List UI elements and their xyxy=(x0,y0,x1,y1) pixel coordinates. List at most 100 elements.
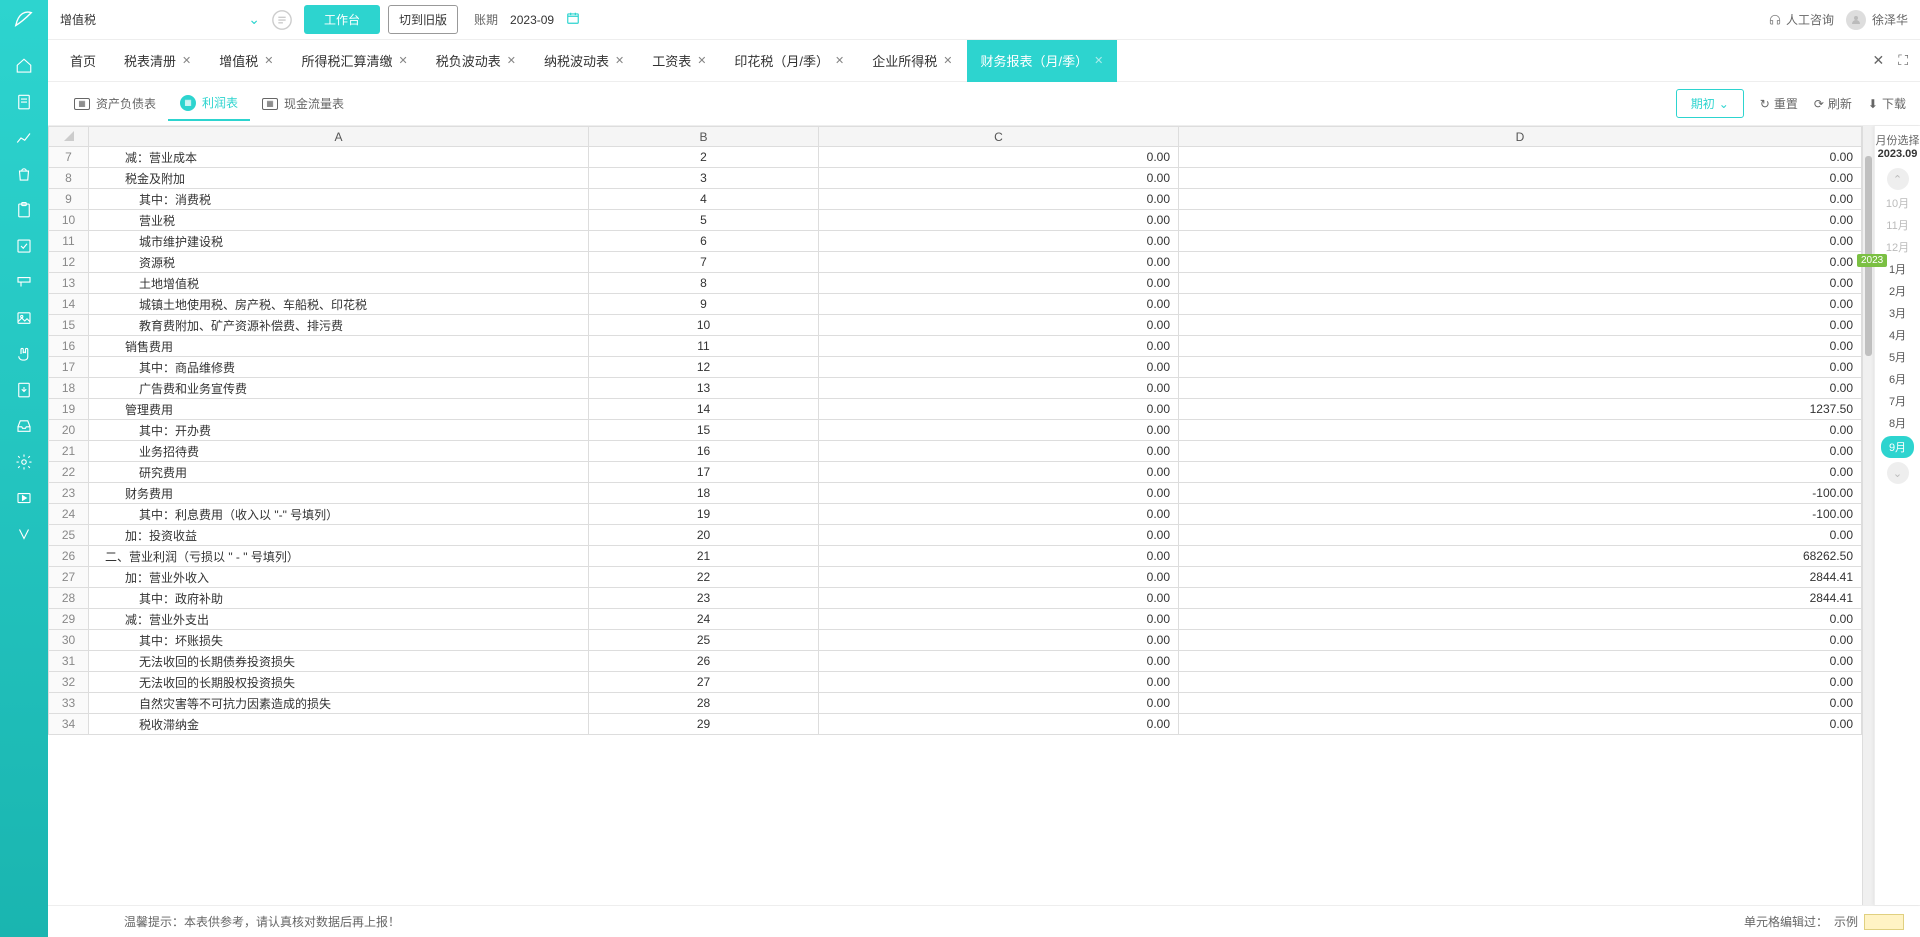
cell[interactable]: 0.00 xyxy=(1179,525,1862,546)
cell[interactable]: 0.00 xyxy=(1179,651,1862,672)
cell[interactable]: 0.00 xyxy=(1179,210,1862,231)
cell[interactable]: 0.00 xyxy=(1179,231,1862,252)
cell[interactable]: 加：投资收益 xyxy=(89,525,589,546)
row-header[interactable]: 28 xyxy=(49,588,89,609)
cell[interactable]: 0.00 xyxy=(819,420,1179,441)
cell[interactable]: 2 xyxy=(589,147,819,168)
month-item[interactable]: 5月 xyxy=(1875,346,1920,368)
close-icon[interactable]: ✕ xyxy=(943,54,952,67)
cell[interactable]: 0.00 xyxy=(819,693,1179,714)
row-header[interactable]: 11 xyxy=(49,231,89,252)
cell[interactable]: 0.00 xyxy=(819,336,1179,357)
cell[interactable]: 0.00 xyxy=(1179,441,1862,462)
nav-home-icon[interactable] xyxy=(0,48,48,84)
cell[interactable]: 0.00 xyxy=(1179,672,1862,693)
cell[interactable]: 0.00 xyxy=(819,462,1179,483)
cell[interactable]: 0.00 xyxy=(819,441,1179,462)
tab[interactable]: 财务报表（月/季）✕ xyxy=(967,40,1118,82)
cell[interactable]: 0.00 xyxy=(1179,462,1862,483)
cell[interactable]: 22 xyxy=(589,567,819,588)
nav-inbox-icon[interactable] xyxy=(0,408,48,444)
cell[interactable]: 0.00 xyxy=(819,546,1179,567)
nav-v-icon[interactable] xyxy=(0,516,48,552)
cell[interactable]: 二、营业利润（亏损以 " - " 号填列） xyxy=(89,546,589,567)
subtab-balance-sheet[interactable]: ▦资产负债表 xyxy=(62,87,168,120)
workbench-button[interactable]: 工作台 xyxy=(304,5,380,34)
tab[interactable]: 工资表✕ xyxy=(638,40,720,82)
month-item[interactable]: 7月 xyxy=(1875,390,1920,412)
subtab-income-statement[interactable]: ▦利润表 xyxy=(168,86,250,121)
nav-doc-icon[interactable] xyxy=(0,84,48,120)
cell[interactable]: 10 xyxy=(589,315,819,336)
close-icon[interactable]: ✕ xyxy=(615,54,624,67)
row-header[interactable]: 34 xyxy=(49,714,89,735)
period-init-button[interactable]: 期初 ⌄ xyxy=(1676,89,1744,118)
cell[interactable]: 财务费用 xyxy=(89,483,589,504)
row-header[interactable]: 14 xyxy=(49,294,89,315)
nav-check-icon[interactable] xyxy=(0,228,48,264)
vertical-scrollbar[interactable] xyxy=(1862,126,1874,905)
cell[interactable]: 3 xyxy=(589,168,819,189)
user-menu[interactable]: 徐泽华 xyxy=(1846,10,1908,30)
tabs-close-all-icon[interactable]: ✕ xyxy=(1868,48,1888,73)
cell[interactable]: 城市维护建设税 xyxy=(89,231,589,252)
cell[interactable]: 25 xyxy=(589,630,819,651)
cell[interactable]: 0.00 xyxy=(1179,315,1862,336)
tab[interactable]: 纳税波动表✕ xyxy=(530,40,638,82)
row-header[interactable]: 18 xyxy=(49,378,89,399)
cell[interactable]: 0.00 xyxy=(1179,357,1862,378)
row-header[interactable]: 16 xyxy=(49,336,89,357)
cell[interactable]: 0.00 xyxy=(819,252,1179,273)
cell[interactable]: 68262.50 xyxy=(1179,546,1862,567)
cell[interactable]: 0.00 xyxy=(819,567,1179,588)
col-header-a[interactable]: A xyxy=(89,127,589,147)
cell[interactable]: 教育费附加、矿产资源补偿费、排污费 xyxy=(89,315,589,336)
cell[interactable]: 0.00 xyxy=(819,504,1179,525)
cell[interactable]: 0.00 xyxy=(819,168,1179,189)
close-icon[interactable]: ✕ xyxy=(264,54,273,67)
row-header[interactable]: 32 xyxy=(49,672,89,693)
cell[interactable]: 6 xyxy=(589,231,819,252)
cell[interactable]: 0.00 xyxy=(819,210,1179,231)
cell[interactable]: 2844.41 xyxy=(1179,567,1862,588)
cell[interactable]: 0.00 xyxy=(819,630,1179,651)
cell[interactable]: 14 xyxy=(589,399,819,420)
cell[interactable]: 8 xyxy=(589,273,819,294)
month-item[interactable]: 3月 xyxy=(1875,302,1920,324)
nav-bag-icon[interactable] xyxy=(0,156,48,192)
cell[interactable]: 0.00 xyxy=(819,294,1179,315)
cell[interactable]: 0.00 xyxy=(1179,420,1862,441)
nav-video-icon[interactable] xyxy=(0,480,48,516)
cell[interactable]: 28 xyxy=(589,693,819,714)
cell[interactable]: 0.00 xyxy=(819,399,1179,420)
row-header[interactable]: 9 xyxy=(49,189,89,210)
cell[interactable]: 0.00 xyxy=(819,231,1179,252)
cell[interactable]: 减：营业成本 xyxy=(89,147,589,168)
cell[interactable]: 0.00 xyxy=(1179,630,1862,651)
cell[interactable]: 资源税 xyxy=(89,252,589,273)
col-header-d[interactable]: D xyxy=(1179,127,1862,147)
cell[interactable]: 21 xyxy=(589,546,819,567)
month-scroll-down-icon[interactable]: ⌄ xyxy=(1887,462,1909,484)
nav-tag-icon[interactable] xyxy=(0,264,48,300)
month-scroll-up-icon[interactable]: ⌃ xyxy=(1887,168,1909,190)
cell[interactable]: 营业税 xyxy=(89,210,589,231)
cell[interactable]: 研究费用 xyxy=(89,462,589,483)
tab[interactable]: 印花税（月/季）✕ xyxy=(720,40,858,82)
month-item[interactable]: 4月 xyxy=(1875,324,1920,346)
cell[interactable]: -100.00 xyxy=(1179,504,1862,525)
cell[interactable]: 其中：坏账损失 xyxy=(89,630,589,651)
row-header[interactable]: 13 xyxy=(49,273,89,294)
cell[interactable]: 0.00 xyxy=(819,651,1179,672)
cell[interactable]: 无法收回的长期债券投资损失 xyxy=(89,651,589,672)
cell[interactable]: 19 xyxy=(589,504,819,525)
month-item[interactable]: 8月 xyxy=(1875,412,1920,434)
calendar-icon[interactable] xyxy=(566,11,580,28)
tab[interactable]: 企业所得税✕ xyxy=(858,40,966,82)
cell[interactable]: 0.00 xyxy=(1179,378,1862,399)
col-header-c[interactable]: C xyxy=(819,127,1179,147)
nav-export-icon[interactable] xyxy=(0,372,48,408)
cell[interactable]: 0.00 xyxy=(819,357,1179,378)
cell[interactable]: 20 xyxy=(589,525,819,546)
company-dropdown[interactable]: 增值税 ⌄ xyxy=(60,11,260,28)
